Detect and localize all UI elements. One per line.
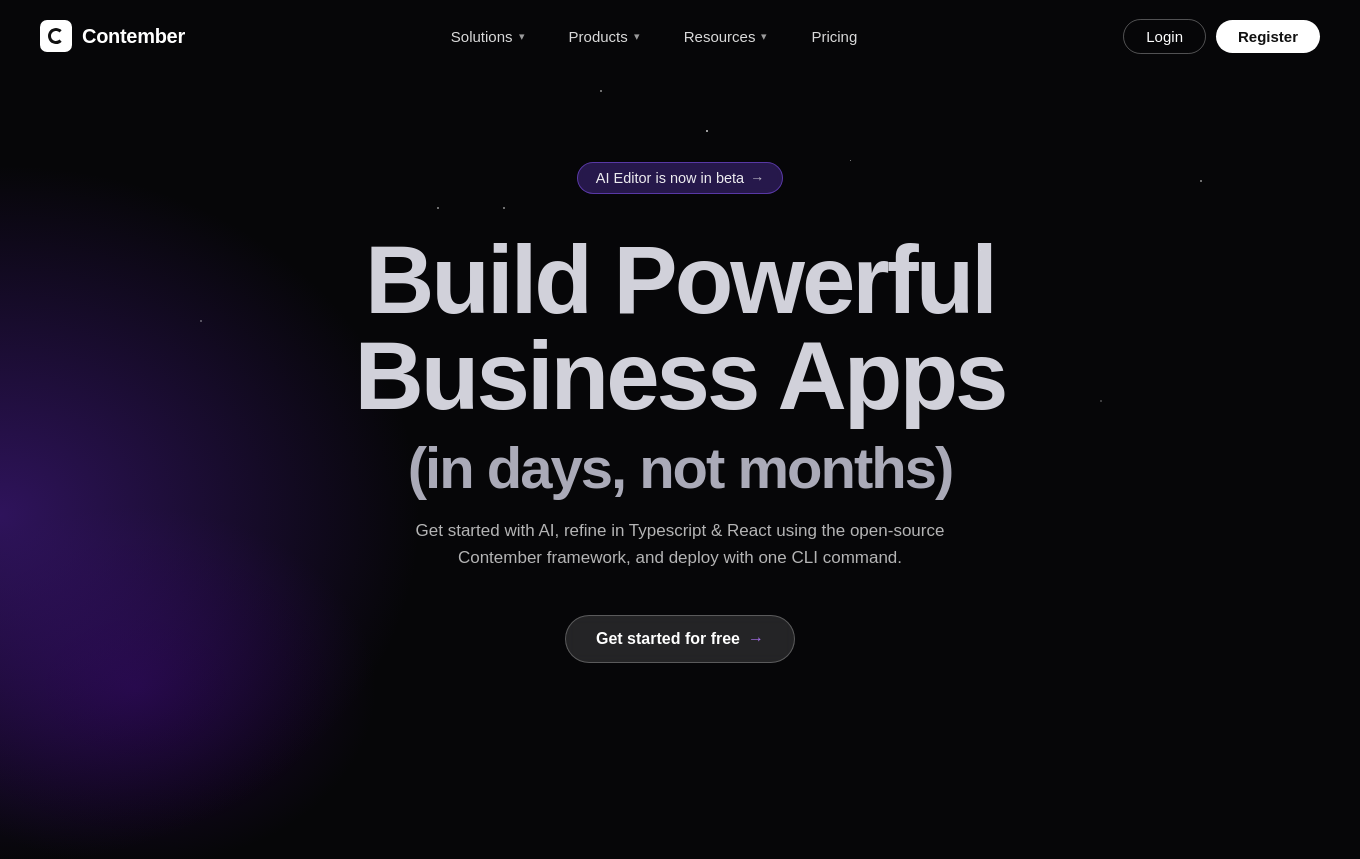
register-button[interactable]: Register: [1216, 20, 1320, 53]
cta-arrow-icon: →: [748, 630, 764, 648]
hero-section: AI Editor is now in beta → Build Powerfu…: [0, 72, 1360, 663]
resources-chevron-icon: ▾: [761, 30, 767, 43]
badge-text: AI Editor is now in beta: [596, 170, 744, 186]
hero-title: Build Powerful Business Apps: [355, 232, 1006, 424]
badge-arrow-icon: →: [750, 170, 764, 186]
brand-logo[interactable]: Contember: [40, 20, 185, 52]
nav-products[interactable]: Products ▾: [551, 20, 658, 53]
navbar: Contember Solutions ▾ Products ▾ Resourc…: [0, 0, 1360, 72]
logo-icon: [40, 20, 72, 52]
cta-label: Get started for free: [596, 630, 740, 648]
nav-solutions[interactable]: Solutions ▾: [433, 20, 543, 53]
brand-name: Contember: [82, 25, 185, 48]
nav-links: Solutions ▾ Products ▾ Resources ▾ Prici…: [433, 20, 875, 53]
login-button[interactable]: Login: [1123, 19, 1206, 54]
hero-title-line2: Business Apps: [355, 322, 1006, 429]
svg-rect-0: [40, 20, 72, 52]
hero-title-line1: Build Powerful: [365, 226, 995, 333]
solutions-chevron-icon: ▾: [519, 30, 525, 43]
nav-actions: Login Register: [1123, 19, 1320, 54]
nav-resources[interactable]: Resources ▾: [666, 20, 786, 53]
nav-pricing[interactable]: Pricing: [793, 20, 875, 53]
products-chevron-icon: ▾: [634, 30, 640, 43]
hero-subtitle: (in days, not months): [408, 434, 952, 501]
ai-editor-badge[interactable]: AI Editor is now in beta →: [577, 162, 783, 194]
get-started-button[interactable]: Get started for free →: [565, 615, 795, 663]
hero-description: Get started with AI, refine in Typescrip…: [390, 517, 970, 571]
